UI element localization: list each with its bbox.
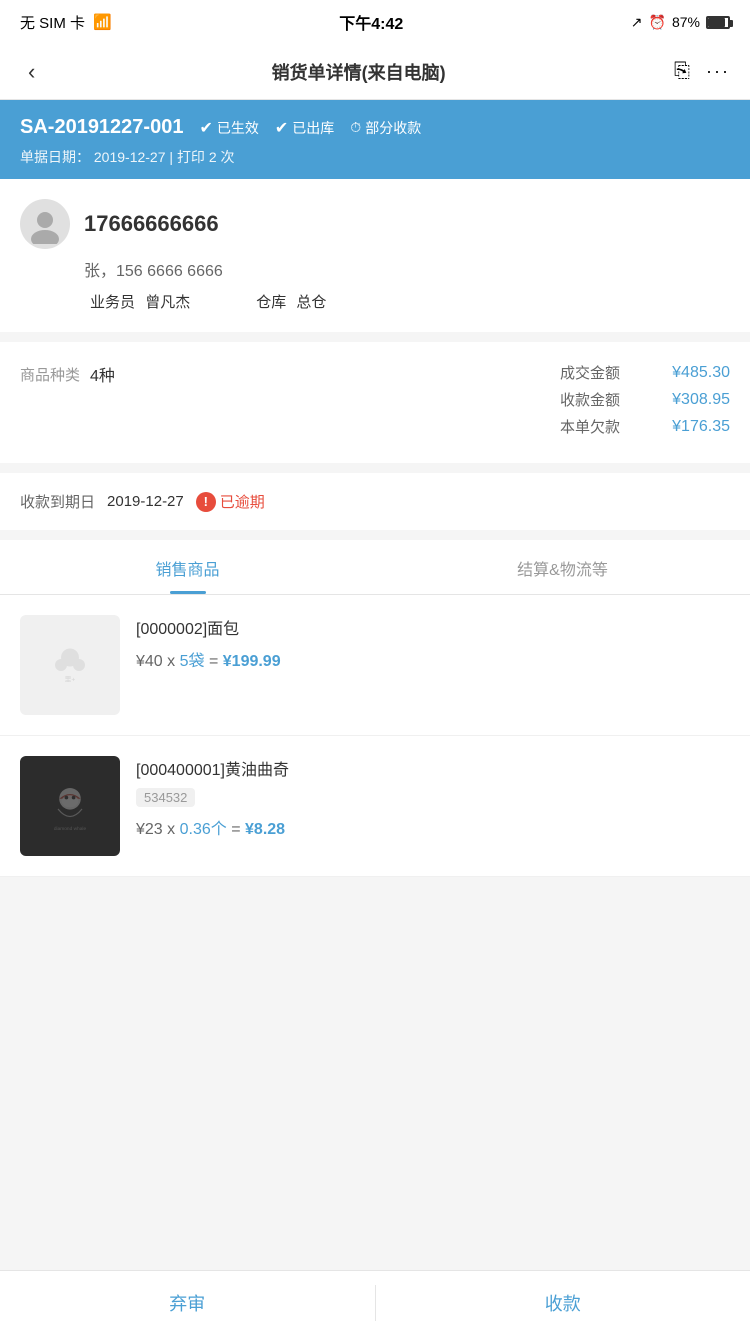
nav-actions: ⎘ ··· (674, 60, 730, 83)
share-icon[interactable]: ⎘ (674, 60, 690, 83)
due-date-label: 收款到期日 (20, 491, 95, 512)
category-count: 4种 (90, 362, 115, 386)
status-badge-3: ⏱ 部分收款 (350, 118, 421, 138)
product-image-1: 里+ (20, 615, 120, 715)
svg-text:里+: 里+ (65, 676, 76, 684)
status-left: 无 SIM 卡 📶 (20, 12, 112, 33)
customer-section: 17666666666 张，156 6666 6666 业务员 曾凡杰 仓库 总… (0, 179, 750, 332)
location-icon: ↗ (631, 14, 643, 31)
product-info-2: [000400001]黄油曲奇 534532 ¥23 x 0.36个 = ¥8.… (136, 756, 730, 839)
owed-label: 本单欠款 (560, 416, 620, 437)
check-icon-1: ✔ (199, 118, 212, 138)
customer-name: 17666666666 (84, 211, 219, 237)
product-price-2: ¥23 x 0.36个 = ¥8.28 (136, 815, 730, 839)
wifi-icon: 📶 (93, 13, 112, 31)
header-banner: SA-20191227-001 ✔ 已生效 ✔ 已出库 ⏱ 部分收款 单据日期：… (0, 100, 750, 179)
received-row: 收款金额 ¥308.95 (560, 389, 730, 410)
banner-row1: SA-20191227-001 ✔ 已生效 ✔ 已出库 ⏱ 部分收款 (20, 116, 730, 139)
tab-sales-products[interactable]: 销售商品 (0, 540, 375, 594)
svg-text:diamond whale: diamond whale (54, 826, 87, 832)
no-sim-text: 无 SIM 卡 (20, 12, 85, 33)
product-image-2: diamond whale (20, 756, 120, 856)
page-title: 销货单详情(来自电脑) (272, 59, 446, 85)
customer-row: 17666666666 (20, 199, 730, 249)
tabs-section: 销售商品 结算&物流等 (0, 540, 750, 595)
list-item: 里+ [0000002]面包 ¥40 x 5袋 = ¥199.99 (0, 595, 750, 736)
amount-value: ¥485.30 (640, 364, 730, 382)
warehouse-value: 总仓 (296, 294, 326, 311)
overdue-badge: ! 已逾期 (196, 491, 265, 512)
total-2: ¥8.28 (245, 821, 285, 838)
status-time: 下午4:42 (339, 10, 403, 34)
due-date-section: 收款到期日 2019-12-27 ! 已逾期 (0, 473, 750, 530)
banner-doc-date: 单据日期： 2019-12-27 | 打印 2 次 (20, 147, 730, 167)
due-date-value: 2019-12-27 (107, 493, 184, 510)
warehouse-info: 仓库 总仓 (250, 291, 326, 312)
confirm-button[interactable]: 收款 (376, 1274, 750, 1332)
overdue-text: 已逾期 (220, 491, 265, 512)
bottom-bar: 弃审 收款 (0, 1270, 750, 1334)
amount-row: 成交金额 ¥485.30 (560, 362, 730, 383)
salesperson-info: 业务员 曾凡杰 (84, 291, 190, 312)
category-info: 商品种类 4种 (20, 362, 115, 386)
salesperson-value: 曾凡杰 (145, 294, 190, 311)
overdue-icon: ! (196, 492, 216, 512)
customer-phone: 张，156 6666 6666 (84, 257, 730, 281)
received-value: ¥308.95 (640, 391, 730, 409)
product-tag-2: 534532 (136, 788, 195, 807)
nav-bar: ‹ 销货单详情(来自电脑) ⎘ ··· (0, 44, 750, 100)
tabs-row: 销售商品 结算&物流等 (0, 540, 750, 595)
tab-settlement[interactable]: 结算&物流等 (375, 540, 750, 594)
warehouse-label: 仓库 (256, 294, 286, 311)
cancel-button[interactable]: 弃审 (0, 1274, 375, 1332)
back-button[interactable]: ‹ (20, 51, 43, 93)
more-icon[interactable]: ··· (706, 61, 730, 82)
battery-icon (706, 16, 730, 29)
product-info-1: [0000002]面包 ¥40 x 5袋 = ¥199.99 (136, 615, 730, 671)
price-base-1: ¥40 (136, 653, 163, 670)
status-badge-1: ✔ 已生效 (199, 118, 258, 138)
alarm-icon: ⏰ (649, 14, 666, 31)
amounts-info: 成交金额 ¥485.30 收款金额 ¥308.95 本单欠款 ¥176.35 (560, 362, 730, 443)
customer-meta: 业务员 曾凡杰 仓库 总仓 (84, 291, 730, 312)
price-base-2: ¥23 (136, 821, 163, 838)
qty-2: 0.36个 (180, 821, 227, 838)
owed-value: ¥176.35 (640, 418, 730, 436)
total-1: ¥199.99 (223, 653, 281, 670)
summary-section: 商品种类 4种 成交金额 ¥485.30 收款金额 ¥308.95 本单欠款 ¥… (0, 342, 750, 463)
product-price-1: ¥40 x 5袋 = ¥199.99 (136, 647, 730, 671)
products-section: 里+ [0000002]面包 ¥40 x 5袋 = ¥199.99 (0, 595, 750, 877)
check-icon-2: ✔ (275, 118, 288, 138)
received-label: 收款金额 (560, 389, 620, 410)
status-badge-2: ✔ 已出库 (275, 118, 334, 138)
order-id: SA-20191227-001 (20, 116, 183, 139)
status-bar: 无 SIM 卡 📶 下午4:42 ↗ ⏰ 87% (0, 0, 750, 44)
list-item: diamond whale [000400001]黄油曲奇 534532 ¥23… (0, 736, 750, 877)
avatar (20, 199, 70, 249)
owed-row: 本单欠款 ¥176.35 (560, 416, 730, 437)
product-name-1: [0000002]面包 (136, 615, 730, 639)
category-label: 商品种类 (20, 364, 80, 385)
amount-label: 成交金额 (560, 362, 620, 383)
salesperson-label: 业务员 (90, 294, 135, 311)
status-right: ↗ ⏰ 87% (631, 14, 730, 31)
battery-text: 87% (672, 14, 700, 30)
product-name-2: [000400001]黄油曲奇 (136, 756, 730, 780)
clock-icon: ⏱ (350, 119, 361, 136)
qty-1: 5袋 (180, 653, 205, 670)
